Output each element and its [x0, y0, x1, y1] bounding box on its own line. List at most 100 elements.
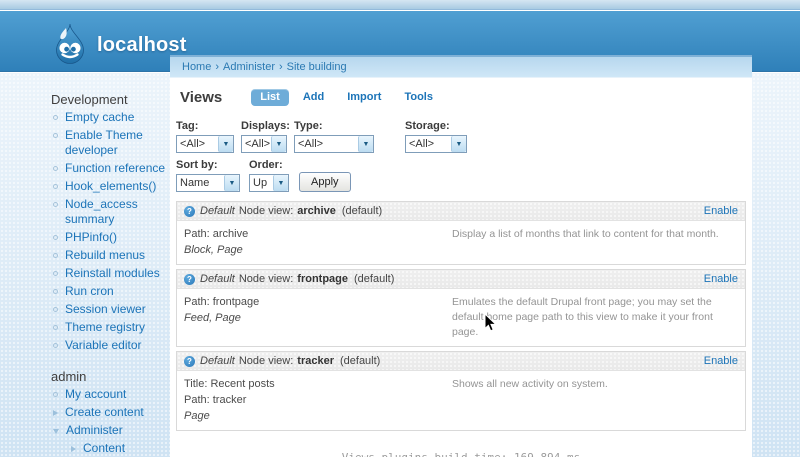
- sidebar-item-theme-registry[interactable]: Theme registry: [51, 320, 169, 335]
- breadcrumb-link-site-building[interactable]: Site building: [287, 61, 347, 73]
- view-row-tracker: ? Default Node view: tracker (default) E…: [176, 351, 746, 431]
- sidebar-link[interactable]: Content management: [83, 441, 169, 457]
- panel-body: Views List Add Import Tools Tag: <All> ▼: [170, 78, 752, 457]
- chevron-down-icon[interactable]: ▼: [271, 136, 286, 152]
- storage-select[interactable]: <All> ▼: [405, 135, 467, 153]
- enable-link[interactable]: Enable: [704, 273, 738, 285]
- tab-import[interactable]: Import: [347, 91, 381, 103]
- view-row-frontpage: ? Default Node view: frontpage (default)…: [176, 269, 746, 347]
- mouse-cursor: [484, 313, 497, 332]
- sidebar-link[interactable]: Run cron: [65, 284, 114, 299]
- sidebar-item-session-viewer[interactable]: Session viewer: [51, 302, 169, 317]
- sidebar-item-administer[interactable]: Administer: [51, 423, 169, 438]
- sidebar-link[interactable]: Rebuild menus: [65, 248, 145, 263]
- sidebar-item-my-account[interactable]: My account: [51, 387, 169, 402]
- storage-select-value: <All>: [409, 138, 435, 150]
- view-row-body: Path: frontpage Feed, Page Emulates the …: [177, 289, 745, 346]
- tag-label: Tag:: [176, 120, 199, 132]
- sidebar-link[interactable]: Reinstall modules: [65, 266, 160, 281]
- sidebar-item-content-management[interactable]: Content management: [69, 441, 169, 457]
- views-list: ? Default Node view: archive (default) E…: [176, 201, 746, 431]
- help-icon[interactable]: ?: [184, 355, 195, 367]
- breadcrumb-link-administer[interactable]: Administer: [223, 61, 275, 73]
- sidebar-item-phpinfo[interactable]: PHPinfo(): [51, 230, 169, 245]
- sidebar-link[interactable]: Create content: [65, 405, 144, 420]
- chevron-down-icon[interactable]: ▼: [224, 175, 239, 191]
- sidebar-link[interactable]: My account: [65, 387, 126, 402]
- view-row-header: ? Default Node view: archive (default) E…: [177, 202, 745, 221]
- chevron-down-icon[interactable]: ▼: [273, 175, 288, 191]
- tab-add[interactable]: Add: [303, 91, 324, 103]
- title-row: Views List Add Import Tools: [180, 87, 746, 107]
- view-row-header: ? Default Node view: frontpage (default)…: [177, 270, 745, 289]
- filter-group-tag: Tag: <All> ▼: [176, 120, 234, 153]
- sidebar-item-empty-cache[interactable]: Empty cache: [51, 110, 169, 125]
- view-name: archive: [297, 205, 336, 217]
- tab-tools[interactable]: Tools: [404, 91, 433, 103]
- sidebar-item-reinstall-modules[interactable]: Reinstall modules: [51, 266, 169, 281]
- type-select-value: <All>: [298, 138, 324, 150]
- plugins-build-time: Views plugins build time: 169.894 ms: [176, 451, 746, 457]
- circle-bullet-icon: [53, 289, 58, 294]
- enable-link[interactable]: Enable: [704, 205, 738, 217]
- chevron-down-icon[interactable]: ▼: [358, 136, 373, 152]
- drupal-logo-icon: [52, 23, 88, 65]
- circle-bullet-icon: [53, 184, 58, 189]
- tag-select[interactable]: <All> ▼: [176, 135, 234, 153]
- sidebar-link[interactable]: Administer: [66, 423, 123, 438]
- site-name-link[interactable]: localhost: [97, 34, 187, 57]
- filter-group-type: Type: <All> ▼: [294, 120, 374, 153]
- sidebar-item-enable-theme-developer[interactable]: Enable Theme developer: [51, 128, 169, 158]
- view-suffix: (default): [354, 273, 395, 285]
- order-select[interactable]: Up ▼: [249, 174, 289, 192]
- circle-bullet-icon: [53, 392, 58, 397]
- sidebar-item-hook-elements[interactable]: Hook_elements(): [51, 179, 169, 194]
- sidebar-item-run-cron[interactable]: Run cron: [51, 284, 169, 299]
- sidebar-link[interactable]: Enable Theme developer: [65, 128, 169, 158]
- sidebar-link[interactable]: Theme registry: [65, 320, 145, 335]
- view-row-body: Path: archive Block, Page Display a list…: [177, 221, 745, 264]
- sidebar-link[interactable]: Hook_elements(): [65, 179, 156, 194]
- circle-bullet-icon: [53, 325, 58, 330]
- chevron-down-icon[interactable]: ▼: [218, 136, 233, 152]
- view-description: Shows all new activity on system.: [452, 378, 608, 390]
- tab-list[interactable]: List: [251, 88, 289, 106]
- view-displays: Feed, Page: [184, 312, 241, 324]
- type-select[interactable]: <All> ▼: [294, 135, 374, 153]
- sidebar-admin-list: My account Create content Administer Con…: [51, 387, 169, 457]
- sidebar-item-rebuild-menus[interactable]: Rebuild menus: [51, 248, 169, 263]
- sort-by-select[interactable]: Name ▼: [176, 174, 240, 192]
- chevron-down-icon[interactable]: ▼: [451, 136, 466, 152]
- sidebar-section-title-development: Development: [51, 92, 128, 107]
- displays-select-value: <All>: [245, 138, 271, 150]
- circle-bullet-icon: [53, 115, 58, 120]
- circle-bullet-icon: [53, 202, 58, 207]
- enable-link[interactable]: Enable: [704, 355, 738, 367]
- sidebar-link[interactable]: Node_access summary: [65, 197, 169, 227]
- sidebar-item-function-reference[interactable]: Function reference: [51, 161, 169, 176]
- sidebar-link[interactable]: Function reference: [65, 161, 165, 176]
- apply-button[interactable]: Apply: [299, 172, 351, 192]
- circle-bullet-icon: [53, 133, 58, 138]
- displays-select[interactable]: <All> ▼: [241, 135, 287, 153]
- filters: Tag: <All> ▼ Displays: <All> ▼ Type: <Al…: [176, 120, 746, 192]
- build-times: Views plugins build time: 169.894 ms Vie…: [176, 451, 746, 457]
- view-kind-label: Node view:: [238, 205, 294, 217]
- tag-select-value: <All>: [180, 138, 206, 150]
- view-displays: Page: [184, 410, 210, 422]
- filter-group-order: Order: Up ▼: [249, 159, 289, 192]
- breadcrumb-link-home[interactable]: Home: [182, 61, 211, 73]
- view-row-body: Title: Recent posts Path: tracker Page S…: [177, 371, 745, 430]
- sidebar-item-variable-editor[interactable]: Variable editor: [51, 338, 169, 353]
- sidebar-link[interactable]: Variable editor: [65, 338, 142, 353]
- help-icon[interactable]: ?: [184, 273, 195, 285]
- help-icon[interactable]: ?: [184, 205, 195, 217]
- sidebar-item-create-content[interactable]: Create content: [51, 405, 169, 420]
- view-details: Path: archive Block, Page: [184, 226, 452, 258]
- sidebar-link[interactable]: Empty cache: [65, 110, 134, 125]
- view-suffix: (default): [339, 355, 381, 367]
- sidebar-link[interactable]: PHPinfo(): [65, 230, 117, 245]
- filter-row-2: Sort by: Name ▼ Order: Up ▼ Apply: [176, 159, 746, 192]
- sidebar-item-node-access-summary[interactable]: Node_access summary: [51, 197, 169, 227]
- sidebar-link[interactable]: Session viewer: [65, 302, 146, 317]
